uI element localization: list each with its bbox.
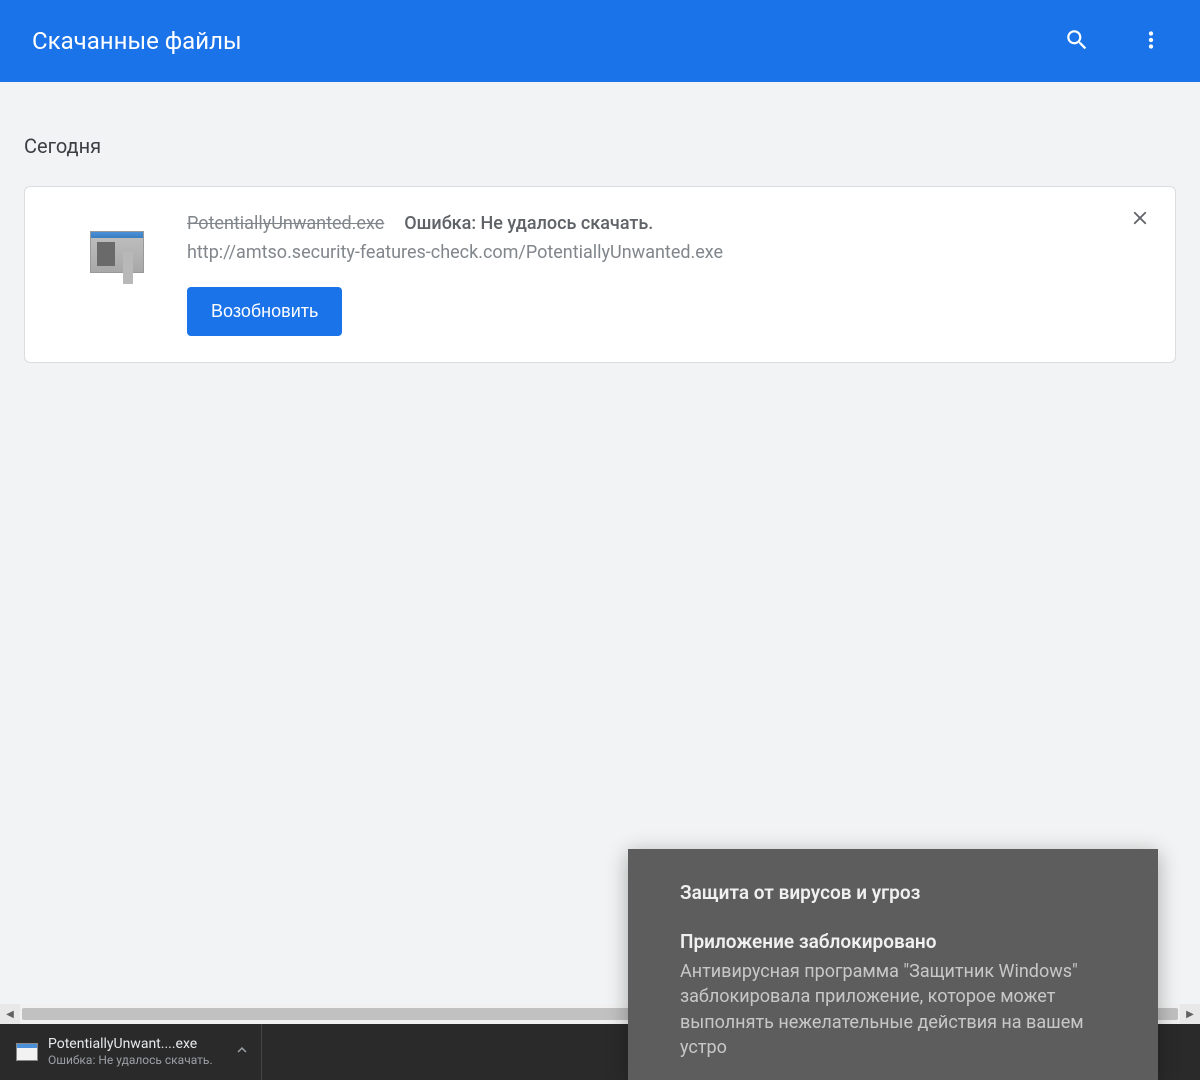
file-type-icon xyxy=(90,231,144,273)
defender-notification[interactable]: Защита от вирусов и угроз Приложение заб… xyxy=(628,849,1158,1080)
notification-subtitle: Приложение заблокировано xyxy=(680,930,1130,953)
header-actions xyxy=(1060,23,1168,60)
download-shelf-status: Ошибка: Не удалось скачать. xyxy=(48,1053,213,1067)
scroll-right-arrow[interactable]: ▶ xyxy=(1180,1004,1200,1024)
download-card: PotentiallyUnwanted.exe Ошибка: Не удало… xyxy=(24,186,1176,363)
download-shelf-text: PotentiallyUnwant....exe Ошибка: Не удал… xyxy=(48,1036,213,1067)
file-line: PotentiallyUnwanted.exe Ошибка: Не удало… xyxy=(187,213,1153,234)
more-menu-button[interactable] xyxy=(1134,23,1168,60)
chevron-up-icon[interactable] xyxy=(233,1041,251,1063)
remove-download-button[interactable] xyxy=(1123,201,1157,238)
download-shelf-item[interactable]: PotentiallyUnwant....exe Ошибка: Не удал… xyxy=(10,1024,262,1080)
resume-button[interactable]: Возобновить xyxy=(187,287,342,336)
page-title: Скачанные файлы xyxy=(32,27,242,55)
more-vertical-icon xyxy=(1138,27,1164,56)
header-bar: Скачанные файлы xyxy=(0,0,1200,82)
file-type-icon xyxy=(16,1043,38,1061)
download-shelf-filename: PotentiallyUnwant....exe xyxy=(48,1036,213,1053)
error-text: Ошибка: Не удалось скачать. xyxy=(404,213,653,234)
file-name: PotentiallyUnwanted.exe xyxy=(187,213,384,234)
file-type-icon-container xyxy=(47,207,187,336)
download-details: PotentiallyUnwanted.exe Ошибка: Не удало… xyxy=(187,207,1153,336)
file-url[interactable]: http://amtso.security-features-check.com… xyxy=(187,242,1153,263)
section-label: Сегодня xyxy=(24,134,1176,158)
notification-title: Защита от вирусов и угроз xyxy=(680,881,1130,904)
notification-body: Антивирусная программа "Защитник Windows… xyxy=(680,959,1130,1060)
search-icon xyxy=(1064,27,1090,56)
search-button[interactable] xyxy=(1060,23,1094,60)
close-icon xyxy=(1129,217,1151,232)
scroll-left-arrow[interactable]: ◀ xyxy=(0,1004,20,1024)
